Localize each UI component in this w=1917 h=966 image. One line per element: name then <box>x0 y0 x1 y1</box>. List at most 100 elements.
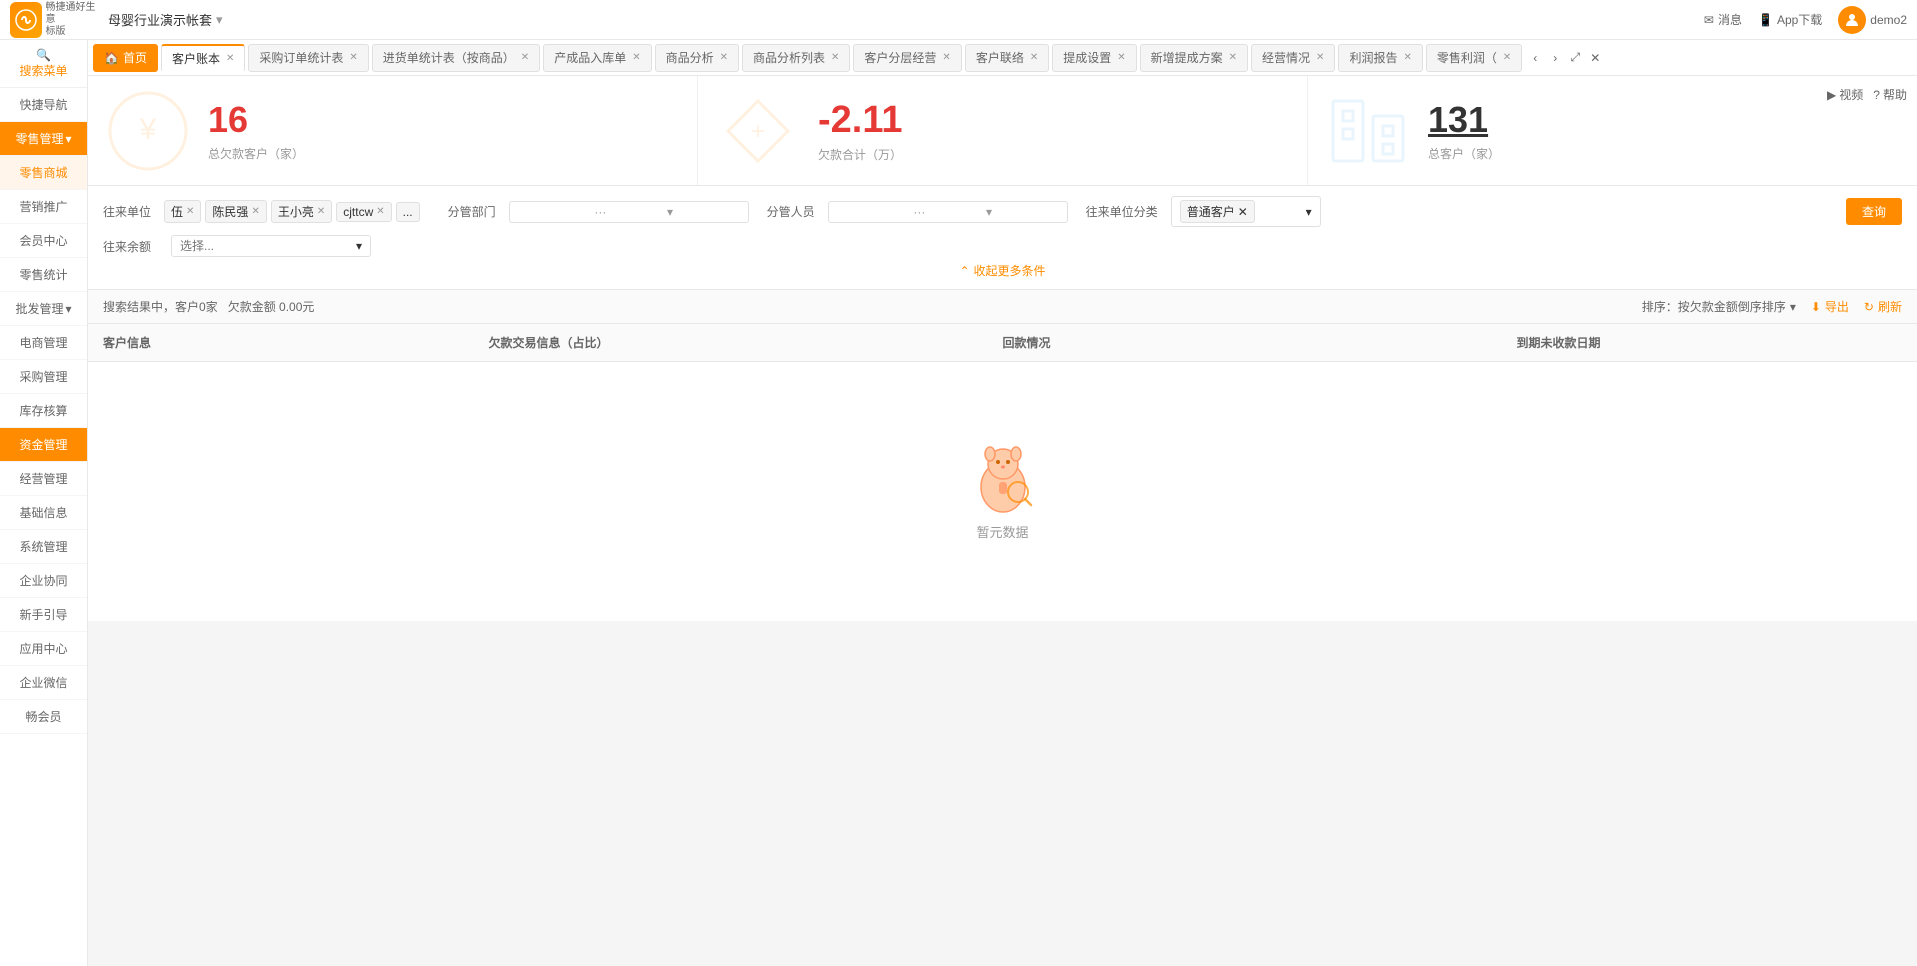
stat-info-3: 131 总客户（家） <box>1428 99 1500 162</box>
sidebar-item-purchase[interactable]: 采购管理 <box>0 360 87 394</box>
sidebar-item-inventory[interactable]: 库存核算 <box>0 394 87 428</box>
sidebar-item-retail-stats[interactable]: 零售统计 <box>0 258 87 292</box>
sidebar-item-basic-info[interactable]: 基础信息 <box>0 496 87 530</box>
tab-profit-report[interactable]: 利润报告 ✕ <box>1338 44 1422 72</box>
no-data-icon <box>963 442 1043 522</box>
personnel-select[interactable]: ··· ▾ <box>828 201 1068 223</box>
personnel-filter-label: 分管人员 <box>767 203 815 220</box>
tab-close-icon-7[interactable]: ✕ <box>942 52 950 63</box>
unit-tag-2[interactable]: 陈民强 ✕ <box>205 200 266 223</box>
stat-label-2: 欠款合计（万） <box>818 146 903 163</box>
sort-arrow-icon: ▾ <box>1790 300 1796 314</box>
svg-text:+: + <box>751 118 765 145</box>
stat-card-debt-amount: + -2.11 欠款合计（万） <box>698 76 1308 185</box>
tab-purchase-stats[interactable]: 采购订单统计表 ✕ <box>248 44 368 72</box>
tab-close-icon-2[interactable]: ✕ <box>349 52 357 63</box>
tab-home[interactable]: 🏠 首页 <box>93 44 158 72</box>
app-download-btn[interactable]: 📱 App下载 <box>1758 11 1822 28</box>
sidebar-item-wechat[interactable]: 企业微信 <box>0 666 87 700</box>
sidebar-item-retail-mall[interactable]: 零售商城 <box>0 156 87 190</box>
sidebar-item-capital[interactable]: 资金管理 <box>0 428 87 462</box>
classify-tag-remove-icon[interactable]: ✕ <box>1238 205 1248 219</box>
tab-customer-contact[interactable]: 客户联络 ✕ <box>965 44 1049 72</box>
tab-close-icon-13[interactable]: ✕ <box>1503 52 1511 63</box>
tab-close-icon[interactable]: ✕ <box>226 53 234 64</box>
sidebar-item-batch-mgmt[interactable]: 批发管理 ▾ <box>0 292 87 326</box>
sort-selector[interactable]: 排序：按欠款金额倒序排序 ▾ <box>1642 298 1796 315</box>
classify-tag: 普通客户 ✕ <box>1180 200 1255 223</box>
sidebar-item-quick-nav[interactable]: 快捷导航 <box>0 88 87 122</box>
filter-area: 往来单位 伍 ✕ 陈民强 ✕ 王小亮 <box>88 186 1917 290</box>
unit-tag-4[interactable]: cjttcw ✕ <box>336 202 391 222</box>
unit-tag-1[interactable]: 伍 ✕ <box>164 200 201 223</box>
top-bar-right: ✉ 消息 📱 App下载 demo2 <box>1704 6 1907 34</box>
personnel-dots-icon[interactable]: ··· <box>913 205 986 219</box>
stat-label-1: 总欠款客户（家） <box>208 145 304 162</box>
tab-retail-profit[interactable]: 零售利润（ ✕ <box>1426 44 1522 72</box>
data-table: 客户信息 欠款交易信息（占比） 回款情况 到期未收款日期 <box>88 324 1917 621</box>
filter-row-2: 往来余额 ▾ <box>103 235 1902 257</box>
export-icon: ⬇ <box>1811 300 1821 314</box>
sidebar-item-enterprise[interactable]: 企业协同 <box>0 564 87 598</box>
remove-tag-1-icon[interactable]: ✕ <box>186 206 194 217</box>
more-tags-btn[interactable]: ... <box>396 202 420 222</box>
app-container: 畅捷通好生意 标版 母婴行业演示帐套 ▾ ✉ 消息 📱 App下载 demo2 <box>0 0 1917 966</box>
tab-close-icon-5[interactable]: ✕ <box>720 52 728 63</box>
tab-close-icon-12[interactable]: ✕ <box>1403 52 1411 63</box>
tab-promotion-settings[interactable]: 提成设置 ✕ <box>1052 44 1136 72</box>
sidebar-item-member2[interactable]: 畅会员 <box>0 700 87 734</box>
stat-value-1: 16 <box>208 99 304 141</box>
tab-product-inbound[interactable]: 产成品入库单 ✕ <box>543 44 651 72</box>
tab-goods-analysis-list[interactable]: 商品分析列表 ✕ <box>742 44 850 72</box>
sidebar-search[interactable]: 🔍 搜索菜单 <box>0 40 87 88</box>
sidebar-item-retail-mgmt[interactable]: 零售管理 ▾ <box>0 122 87 156</box>
unit-tag-3[interactable]: 王小亮 ✕ <box>271 200 332 223</box>
tab-close-icon-8[interactable]: ✕ <box>1030 52 1038 63</box>
tab-customer-segment[interactable]: 客户分层经营 ✕ <box>853 44 961 72</box>
remove-tag-2-icon[interactable]: ✕ <box>251 206 259 217</box>
tab-close-icon-10[interactable]: ✕ <box>1229 52 1237 63</box>
remove-tag-3-icon[interactable]: ✕ <box>317 206 325 217</box>
unit-classify-select[interactable]: 普通客户 ✕ ▾ <box>1171 196 1321 227</box>
tab-scroll-left[interactable]: ‹ <box>1525 44 1545 72</box>
tab-close-icon-11[interactable]: ✕ <box>1316 52 1324 63</box>
query-button[interactable]: 查询 <box>1846 198 1902 225</box>
search-icon: 🔍 <box>36 48 51 62</box>
stat-card-debt-customers: ¥ 16 总欠款客户（家） <box>88 76 698 185</box>
tab-expand-btn[interactable]: ⤢ <box>1565 44 1585 72</box>
export-btn[interactable]: ⬇ 导出 <box>1811 298 1849 315</box>
dept-select[interactable]: ··· ▾ <box>509 201 749 223</box>
sidebar-item-newbie[interactable]: 新手引导 <box>0 598 87 632</box>
tab-close-icon-6[interactable]: ✕ <box>831 52 839 63</box>
tab-goods-analysis[interactable]: 商品分析 ✕ <box>655 44 739 72</box>
classify-arrow-icon: ▾ <box>1306 205 1312 219</box>
refresh-btn[interactable]: ↻ 刷新 <box>1864 298 1902 315</box>
remainder-arrow-icon: ▾ <box>356 239 362 253</box>
tab-inbound-stats[interactable]: 进货单统计表（按商品） ✕ <box>372 44 540 72</box>
tab-close-icon-9[interactable]: ✕ <box>1117 52 1125 63</box>
col-header-debt: 欠款交易信息（占比） <box>489 334 1003 351</box>
remainder-input[interactable] <box>180 239 356 253</box>
tab-customer-account[interactable]: 客户账本 ✕ <box>161 44 245 72</box>
tab-close-all-btn[interactable]: ✕ <box>1585 44 1605 72</box>
dept-dots-icon[interactable]: ··· <box>594 205 667 219</box>
tab-close-icon-3[interactable]: ✕ <box>521 52 529 63</box>
sidebar-item-app-center[interactable]: 应用中心 <box>0 632 87 666</box>
sidebar-item-system[interactable]: 系统管理 <box>0 530 87 564</box>
sidebar-item-member[interactable]: 会员中心 <box>0 224 87 258</box>
tab-scroll-right[interactable]: › <box>1545 44 1565 72</box>
sidebar-item-marketing[interactable]: 营销推广 <box>0 190 87 224</box>
tab-operations-overview[interactable]: 经营情况 ✕ <box>1251 44 1335 72</box>
tab-close-icon-4[interactable]: ✕ <box>632 52 640 63</box>
sidebar-item-ecommerce[interactable]: 电商管理 <box>0 326 87 360</box>
user-avatar-btn[interactable]: demo2 <box>1838 6 1907 34</box>
message-btn[interactable]: ✉ 消息 <box>1704 11 1742 28</box>
remainder-input-wrap[interactable]: ▾ <box>171 235 371 257</box>
result-actions: 排序：按欠款金额倒序排序 ▾ ⬇ 导出 ↻ 刷新 <box>1642 298 1902 315</box>
workspace-selector[interactable]: 母婴行业演示帐套 ▾ <box>108 10 223 29</box>
remove-tag-4-icon[interactable]: ✕ <box>376 206 384 217</box>
logo-text: 畅捷通好生意 标版 <box>46 2 99 38</box>
tab-new-promotion[interactable]: 新增提成方案 ✕ <box>1140 44 1248 72</box>
sidebar-item-operations[interactable]: 经营管理 <box>0 462 87 496</box>
collapse-btn[interactable]: ⌃ 收起更多条件 <box>959 262 1045 279</box>
